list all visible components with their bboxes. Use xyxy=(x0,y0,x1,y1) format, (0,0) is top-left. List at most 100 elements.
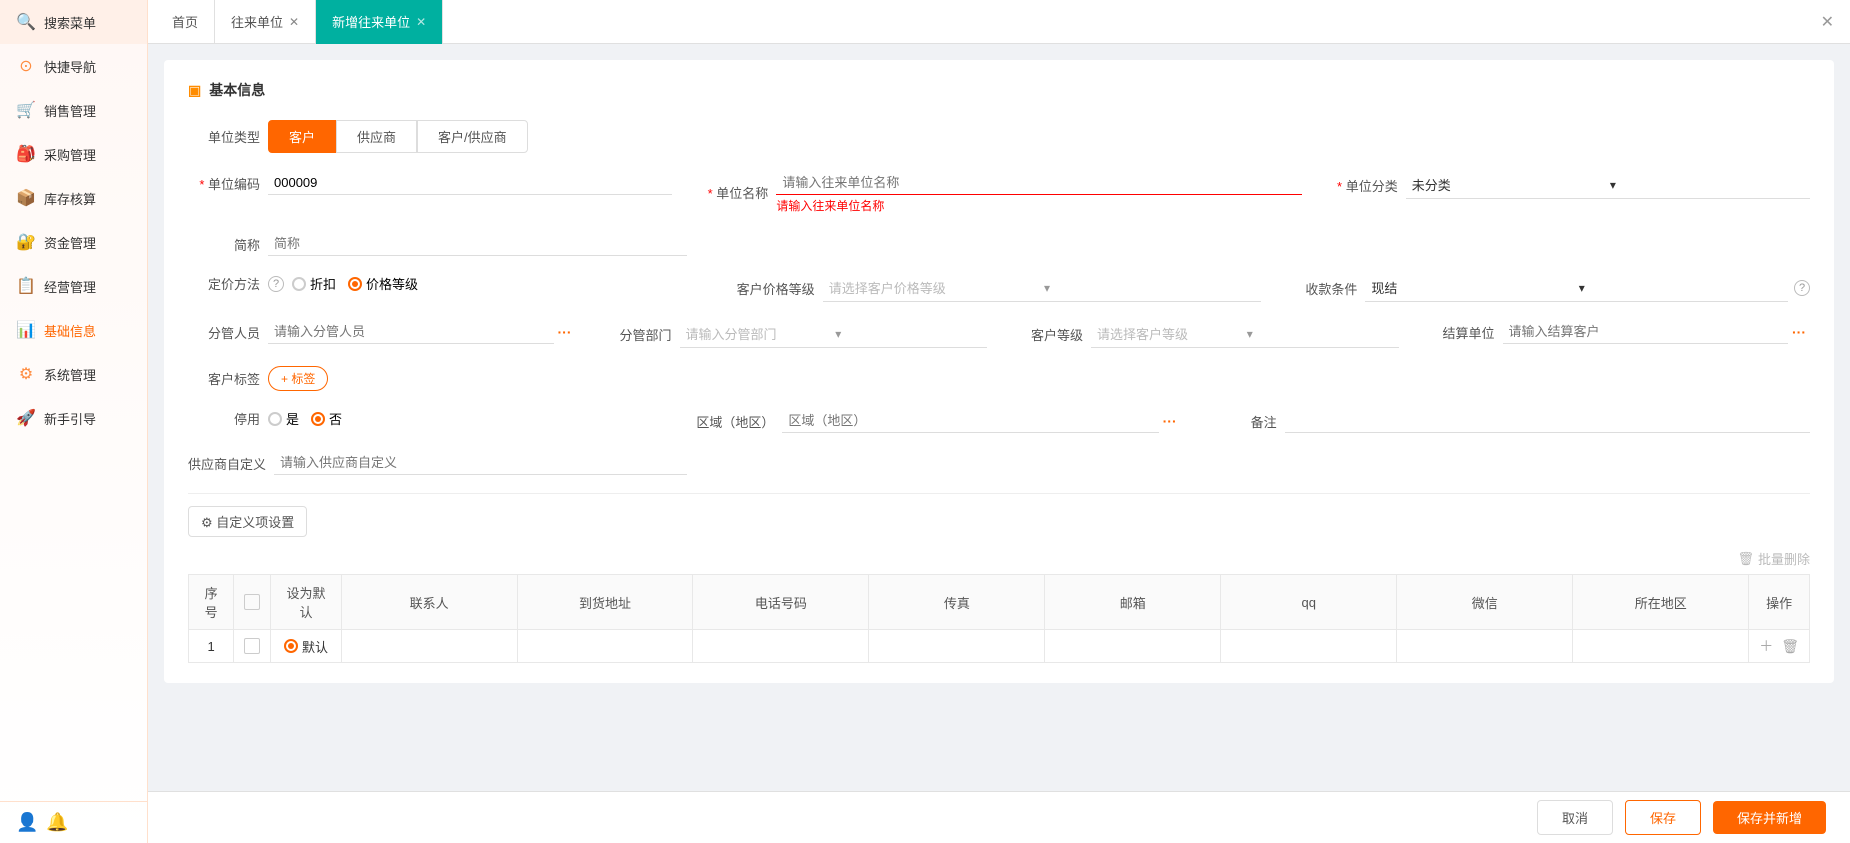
department-label: 分管部门 xyxy=(600,325,680,344)
region-input[interactable] xyxy=(782,409,1158,433)
short-name-input[interactable] xyxy=(268,232,687,256)
sidebar-item-purchase[interactable]: 🎒 采购管理 xyxy=(0,132,147,176)
form-content: ▣ 基本信息 单位类型 客户 供应商 客户/供应商 单位编码 xyxy=(148,44,1850,791)
disabled-yes-radio[interactable]: 是 xyxy=(268,409,299,428)
remark-input[interactable] xyxy=(1285,409,1810,433)
delete-row-icon[interactable]: 🗑 xyxy=(1781,638,1799,655)
customer-price-level-select[interactable]: 请选择客户价格等级 ▾ xyxy=(823,274,1262,302)
default-label: 默认 xyxy=(302,637,328,656)
cell-qq xyxy=(1221,630,1397,663)
supplier-custom-input[interactable] xyxy=(274,451,687,475)
add-row-icon[interactable]: ＋ xyxy=(1759,636,1773,656)
customer-price-level-label: 客户价格等级 xyxy=(737,279,823,298)
region-more-btn[interactable]: ··· xyxy=(1159,413,1181,429)
tab-partner[interactable]: 往来单位 ✕ xyxy=(215,0,316,44)
sidebar-item-basic[interactable]: 📊 基础信息 xyxy=(0,308,147,352)
unit-category-select[interactable]: 未分类 ▾ xyxy=(1406,171,1810,199)
select-all-checkbox[interactable] xyxy=(244,594,260,610)
save-button[interactable]: 保存 xyxy=(1625,800,1701,835)
home-icon: ⊙ xyxy=(16,56,36,76)
region-input[interactable] xyxy=(1583,639,1738,654)
cell-fax xyxy=(869,630,1045,663)
unit-type-label: 单位类型 xyxy=(188,127,268,146)
tab-partner-close[interactable]: ✕ xyxy=(289,15,299,29)
disabled-no-radio[interactable]: 否 xyxy=(311,409,342,428)
table-row: 1 默认 xyxy=(189,630,1810,663)
search-icon: 🔍 xyxy=(16,12,36,32)
settlement-unit-input[interactable] xyxy=(1503,320,1789,344)
manager-more-btn[interactable]: ··· xyxy=(554,324,576,340)
pricing-help-icon[interactable]: ? xyxy=(268,276,284,292)
radio-label: 否 xyxy=(329,409,342,428)
phone-input[interactable] xyxy=(703,639,858,654)
payment-help-icon[interactable]: ? xyxy=(1794,280,1810,296)
sidebar-item-guide[interactable]: 🚀 新手引导 xyxy=(0,396,147,440)
radio-label: 是 xyxy=(286,409,299,428)
window-close-icon[interactable]: ✕ xyxy=(1813,12,1842,32)
unit-type-btn-group: 客户 供应商 客户/供应商 xyxy=(268,120,528,153)
cell-action: ＋ 🗑 xyxy=(1749,630,1810,663)
contact-input[interactable] xyxy=(352,639,507,654)
cell-contact xyxy=(341,630,517,663)
email-input[interactable] xyxy=(1055,639,1210,654)
sidebar-item-label: 搜索菜单 xyxy=(44,13,96,32)
address-input[interactable] xyxy=(528,639,683,654)
tab-home[interactable]: 首页 xyxy=(156,0,215,44)
default-radio[interactable]: 默认 xyxy=(281,637,330,656)
chevron-down-icon: ▾ xyxy=(835,327,981,341)
manager-field: 分管人员 ··· xyxy=(188,320,576,344)
tab-new-partner[interactable]: 新增往来单位 ✕ xyxy=(316,0,443,44)
cell-checkbox xyxy=(234,630,271,663)
form-card: ▣ 基本信息 单位类型 客户 供应商 客户/供应商 单位编码 xyxy=(164,60,1834,683)
manager-input[interactable] xyxy=(268,320,554,344)
sidebar-item-sales[interactable]: 🛒 销售管理 xyxy=(0,88,147,132)
customer-tag-label: 客户标签 xyxy=(188,369,268,388)
batch-delete-btn[interactable]: 🗑 批量删除 xyxy=(188,549,1810,568)
tab-new-partner-close[interactable]: ✕ xyxy=(416,15,426,29)
col-checkbox xyxy=(234,575,271,630)
sidebar-item-inventory[interactable]: 📦 库存核算 xyxy=(0,176,147,220)
type-btn-supplier[interactable]: 供应商 xyxy=(336,120,417,153)
pricing-level-radio[interactable]: 价格等级 xyxy=(348,274,418,293)
department-select[interactable]: 请输入分管部门 ▾ xyxy=(680,320,988,348)
sidebar-item-label: 采购管理 xyxy=(44,145,96,164)
code-name-category-row: 单位编码 单位名称 请输入往来单位名称 单位分类 xyxy=(188,171,1810,214)
sidebar-item-system[interactable]: ⚙ 系统管理 xyxy=(0,352,147,396)
payment-terms-select[interactable]: 现结 ▾ xyxy=(1365,274,1788,302)
unit-category-field: 单位分类 未分类 ▾ xyxy=(1326,171,1810,199)
col-email: 邮箱 xyxy=(1045,575,1221,630)
department-field: 分管部门 请输入分管部门 ▾ xyxy=(600,320,988,348)
action-icons: ＋ 🗑 xyxy=(1759,636,1799,656)
row-checkbox[interactable] xyxy=(244,638,260,654)
qq-input[interactable] xyxy=(1231,639,1386,654)
sidebar-item-search[interactable]: 🔍 搜索菜单 xyxy=(0,0,147,44)
wechat-input[interactable] xyxy=(1407,639,1562,654)
section-title: ▣ 基本信息 xyxy=(188,80,1810,100)
section-icon: ▣ xyxy=(188,82,201,99)
sidebar-item-management[interactable]: 📋 经营管理 xyxy=(0,264,147,308)
pricing-row: 定价方法 ? 折扣 价格等级 客户价格等级 xyxy=(188,274,1810,302)
pricing-discount-radio[interactable]: 折扣 xyxy=(292,274,336,293)
batch-delete-label: 批量删除 xyxy=(1758,549,1810,568)
contacts-table: 序号 设为默认 联系人 到货地址 电话号码 传真 邮箱 qq 微信 所在地区 操… xyxy=(188,574,1810,663)
settlement-more-btn[interactable]: ··· xyxy=(1788,324,1810,340)
cell-no: 1 xyxy=(189,630,234,663)
supplier-custom-label: 供应商自定义 xyxy=(188,454,274,473)
unit-name-input[interactable] xyxy=(776,171,1301,195)
unit-code-input[interactable] xyxy=(268,171,672,195)
default-radio-circle xyxy=(284,639,298,653)
custom-settings-button[interactable]: ⚙ 自定义项设置 xyxy=(188,506,307,537)
type-btn-both[interactable]: 客户/供应商 xyxy=(417,120,528,153)
sidebar-item-quicknav[interactable]: ⊙ 快捷导航 xyxy=(0,44,147,88)
customer-level-select[interactable]: 请选择客户等级 ▾ xyxy=(1091,320,1399,348)
type-btn-customer[interactable]: 客户 xyxy=(268,120,336,153)
add-tag-button[interactable]: + 标签 xyxy=(268,366,328,391)
pricing-method-radio-group: 折扣 价格等级 xyxy=(292,274,418,293)
unit-type-field: 单位类型 客户 供应商 客户/供应商 xyxy=(188,120,1810,153)
customer-level-label: 客户等级 xyxy=(1011,325,1091,344)
fax-input[interactable] xyxy=(879,639,1034,654)
save-add-button[interactable]: 保存并新增 xyxy=(1713,801,1826,834)
cancel-button[interactable]: 取消 xyxy=(1537,800,1613,835)
sidebar-footer: 👤 🔔 xyxy=(0,801,147,843)
sidebar-item-finance[interactable]: 🔐 资金管理 xyxy=(0,220,147,264)
